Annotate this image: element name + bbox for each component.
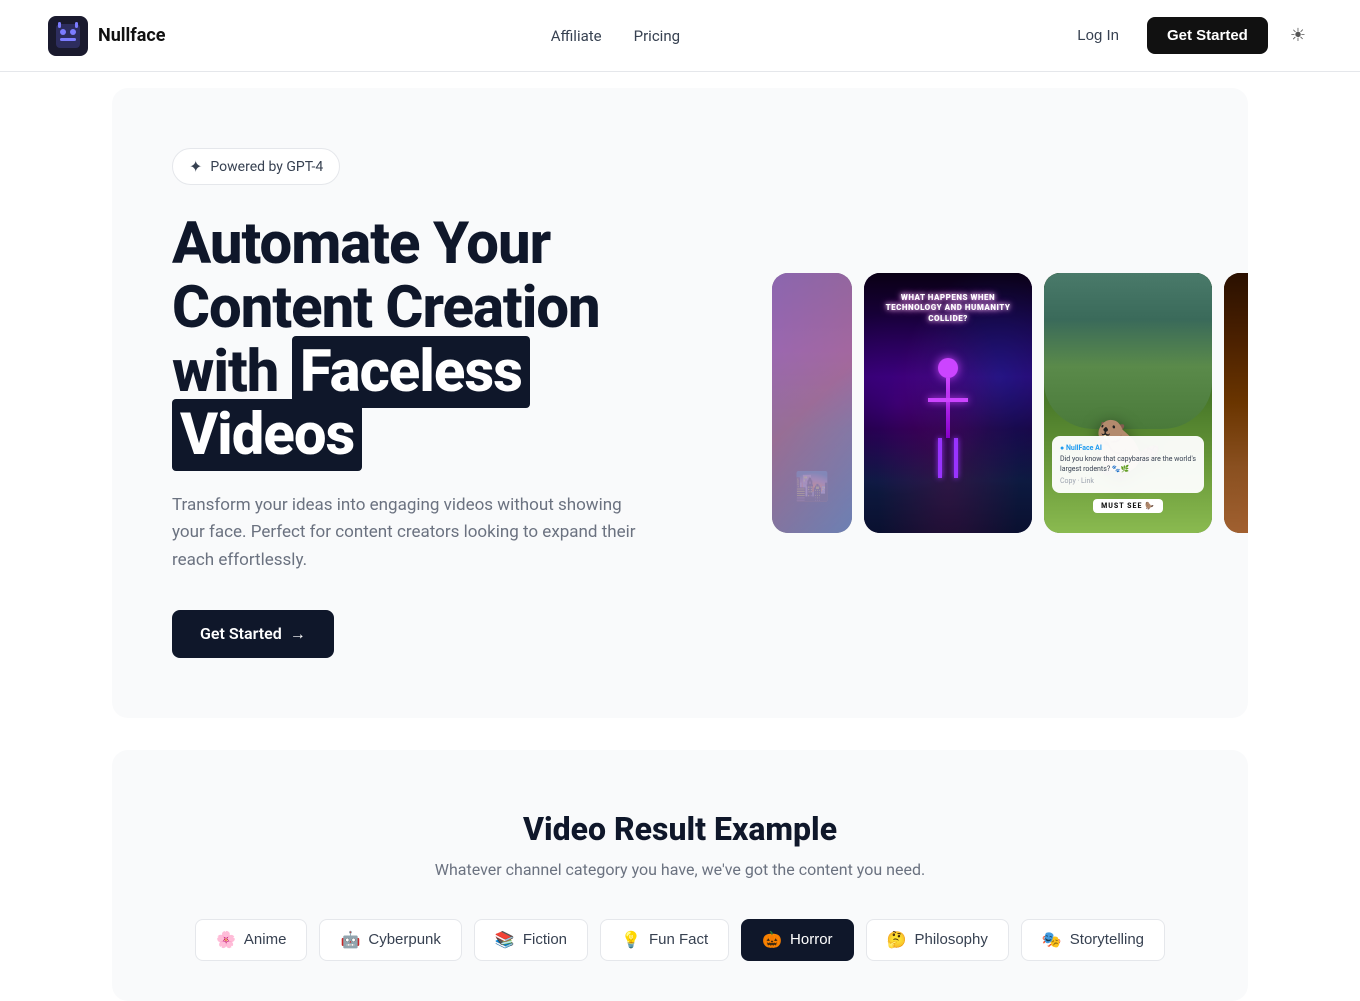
theme-toggle-button[interactable]: ☀ <box>1284 19 1312 52</box>
video-card-capybara: 🦫 ● NullFace AI Did you know that capyba… <box>1044 273 1212 533</box>
hero-title-line3-pre: with <box>172 338 292 406</box>
video-card-cyberpunk: WHAT HAPPENS WHENTECHNOLOGY AND HUMANITY… <box>864 273 1032 533</box>
tab-icon-2: 📚 <box>495 930 515 950</box>
nav-pricing[interactable]: Pricing <box>634 27 680 45</box>
get-started-nav-button[interactable]: Get Started <box>1147 17 1268 54</box>
hero-cta-label: Get Started <box>200 624 282 643</box>
category-tab-philosophy[interactable]: 🤔 Philosophy <box>866 919 1009 961</box>
tweet-overlay: ● NullFace AI Did you know that capybara… <box>1052 436 1204 493</box>
tab-label-0: Anime <box>244 931 287 948</box>
nav-affiliate[interactable]: Affiliate <box>551 27 602 45</box>
tab-label-5: Philosophy <box>914 931 987 948</box>
video-card-partial: 🌆 <box>772 273 852 533</box>
section-title: Video Result Example <box>172 810 1188 848</box>
tab-icon-3: 💡 <box>621 930 641 950</box>
tab-label-2: Fiction <box>523 931 567 948</box>
section-subtitle: Whatever channel category you have, we'v… <box>172 860 1188 879</box>
cyberpunk-person <box>913 358 983 498</box>
category-tab-fun-fact[interactable]: 💡 Fun Fact <box>600 919 729 961</box>
card-cyberpunk-bg: WHAT HAPPENS WHENTECHNOLOGY AND HUMANITY… <box>864 273 1032 533</box>
tab-icon-0: 🌸 <box>216 930 236 950</box>
logo-link[interactable]: Nullface <box>48 16 165 56</box>
hero-section: ✦ Powered by GPT-4 Automate Your Content… <box>112 88 1248 718</box>
hero-right: 🌆 <box>772 273 1248 533</box>
category-tab-cyberpunk[interactable]: 🤖 Cyberpunk <box>319 919 461 961</box>
powered-by-badge: ✦ Powered by GPT-4 <box>172 148 340 185</box>
capybara-badge: MUST SEE 🦫 <box>1056 493 1200 517</box>
tab-label-4: Horror <box>790 931 833 948</box>
tweet-handle: ● NullFace AI <box>1060 444 1196 452</box>
hero-title-line1: Automate Your <box>172 210 550 278</box>
card-horror-bg: WHAT HAPPENS WHENLOVE TURNS INTO ADANGER… <box>1224 273 1248 533</box>
hero-get-started-button[interactable]: Get Started → <box>172 610 334 658</box>
category-tab-horror[interactable]: 🎃 Horror <box>741 919 853 961</box>
logo-text: Nullface <box>98 25 165 46</box>
nav-links: Affiliate Pricing <box>551 27 680 45</box>
gpt-icon: ✦ <box>189 157 202 176</box>
tab-label-3: Fun Fact <box>649 931 708 948</box>
category-tab-fiction[interactable]: 📚 Fiction <box>474 919 588 961</box>
logo-icon <box>48 16 88 56</box>
horror-top-text: WHAT HAPPENS WHENLOVE TURNS INTO ADANGER… <box>1232 285 1248 333</box>
video-strip: 🌆 <box>772 273 1248 533</box>
tab-icon-6: 🎭 <box>1042 930 1062 950</box>
tab-icon-1: 🤖 <box>340 930 360 950</box>
hero-title-line4: Videos <box>172 399 362 471</box>
hero-title: Automate Your Content Creation with Face… <box>172 213 732 468</box>
tab-icon-4: 🎃 <box>762 930 782 950</box>
section-video-examples: Video Result Example Whatever channel ca… <box>112 750 1248 1001</box>
tab-icon-5: 🤔 <box>887 930 907 950</box>
nav-actions: Log In Get Started ☀ <box>1065 17 1312 54</box>
category-tabs: 🌸 Anime 🤖 Cyberpunk 📚 Fiction 💡 Fun Fact 🎃 Horror… <box>172 919 1188 961</box>
horror-badge: MUST SEE 👁 <box>1236 493 1248 517</box>
category-tab-storytelling[interactable]: 🎭 Storytelling <box>1021 919 1165 961</box>
tab-label-1: Cyberpunk <box>368 931 441 948</box>
tweet-actions: Copy · Link <box>1060 477 1196 485</box>
hero-left: ✦ Powered by GPT-4 Automate Your Content… <box>172 148 732 658</box>
tweet-text: Did you know that capybaras are the worl… <box>1060 455 1196 475</box>
card-capybara-bg: 🦫 ● NullFace AI Did you know that capyba… <box>1044 273 1212 533</box>
tab-label-6: Storytelling <box>1070 931 1144 948</box>
badge-text: Powered by GPT-4 <box>210 159 323 175</box>
hero-cta-arrow: → <box>290 624 306 644</box>
video-card-horror: WHAT HAPPENS WHENLOVE TURNS INTO ADANGER… <box>1224 273 1248 533</box>
card-partial-bg: 🌆 <box>772 273 852 533</box>
hero-title-line2: Content Creation <box>172 274 600 342</box>
login-button[interactable]: Log In <box>1065 19 1131 52</box>
hero-description: Transform your ideas into engaging video… <box>172 492 652 574</box>
cyberpunk-top-text: WHAT HAPPENS WHENTECHNOLOGY AND HUMANITY… <box>872 285 1024 332</box>
navbar: Nullface Affiliate Pricing Log In Get St… <box>0 0 1360 72</box>
category-tab-anime[interactable]: 🌸 Anime <box>195 919 307 961</box>
hero-title-highlight: Faceless <box>292 336 530 408</box>
